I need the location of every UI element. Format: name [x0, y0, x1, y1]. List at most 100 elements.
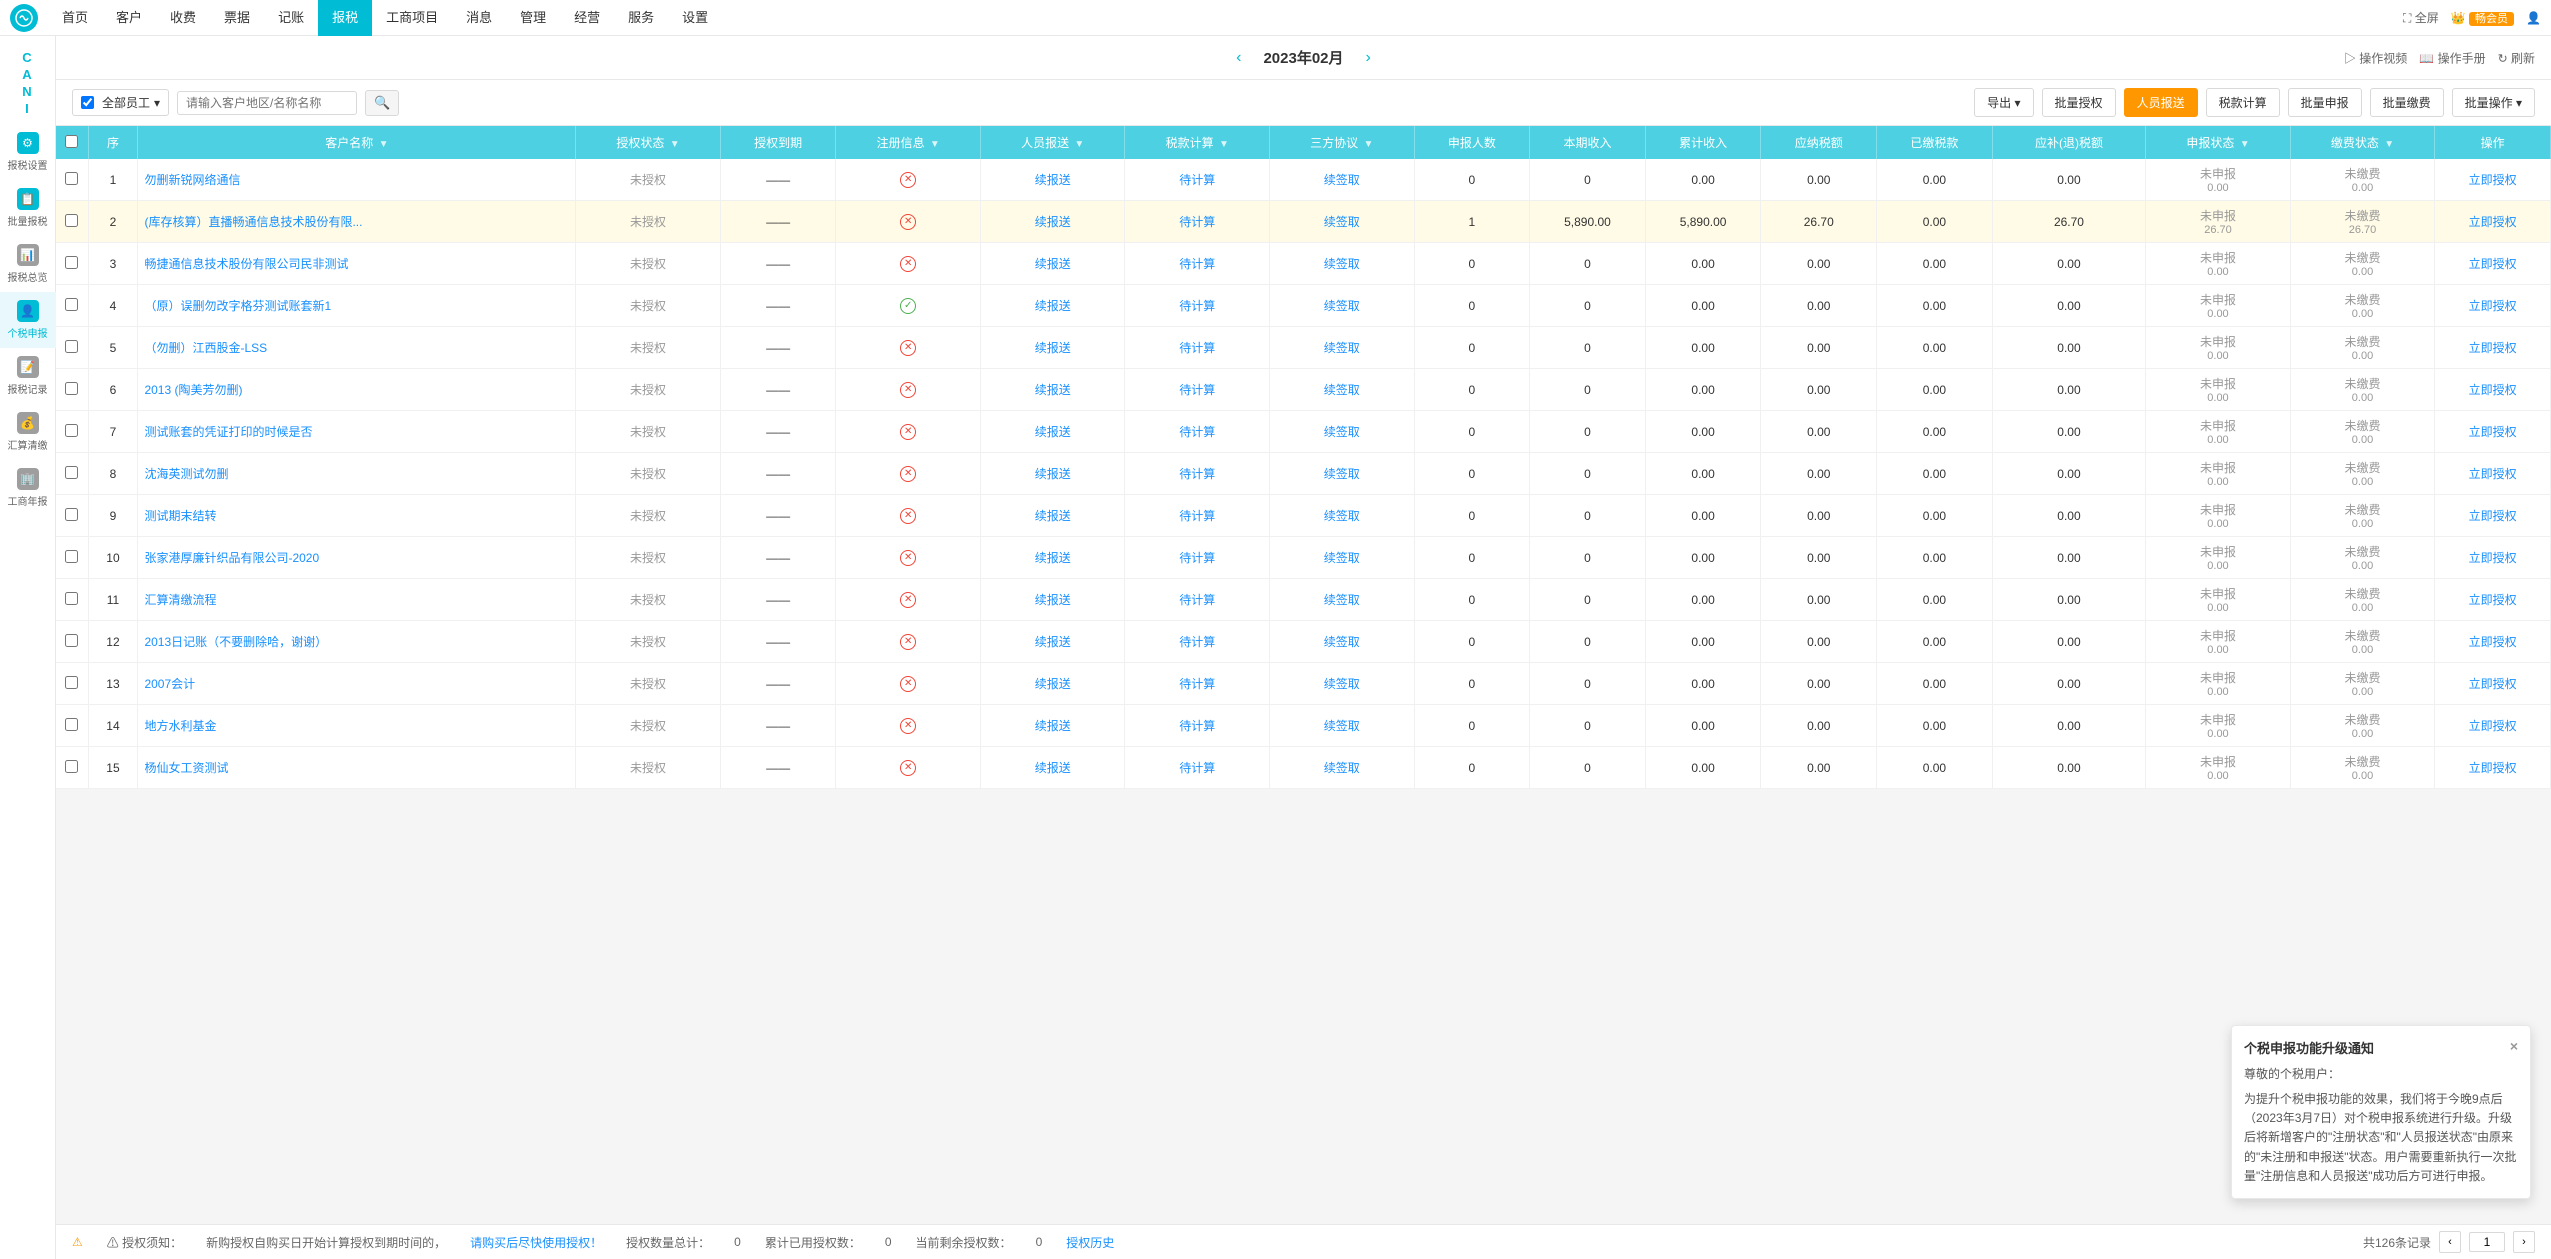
- row-checkbox[interactable]: [65, 676, 78, 689]
- customer-name-link[interactable]: 沈海英测试勿删: [144, 467, 228, 481]
- nav-operation[interactable]: 经营: [560, 0, 614, 36]
- action-link[interactable]: 立即授权: [2469, 215, 2517, 229]
- bulk-ops-btn[interactable]: 批量操作 ▾: [2452, 88, 2535, 117]
- row-checkbox[interactable]: [65, 382, 78, 395]
- row-checkbox[interactable]: [65, 256, 78, 269]
- row-checkbox[interactable]: [65, 760, 78, 773]
- agreement-link[interactable]: 续签取: [1324, 299, 1360, 313]
- action-link[interactable]: 立即授权: [2469, 173, 2517, 187]
- agreement-link[interactable]: 续签取: [1324, 677, 1360, 691]
- customer-name-link[interactable]: 2013日记账（不要删除哈，谢谢）: [144, 635, 327, 649]
- bulk-pay-btn[interactable]: 批量缴费: [2370, 88, 2444, 117]
- person-report-link[interactable]: 续报送: [1035, 635, 1071, 649]
- reg-filter-icon[interactable]: ▼: [930, 139, 940, 150]
- tax-calc-link[interactable]: 待计算: [1179, 719, 1215, 733]
- nav-business[interactable]: 工商项目: [372, 0, 452, 36]
- nav-service[interactable]: 服务: [614, 0, 668, 36]
- action-link[interactable]: 立即授权: [2469, 761, 2517, 775]
- row-checkbox[interactable]: [65, 172, 78, 185]
- bulk-report-btn[interactable]: 批量申报: [2288, 88, 2362, 117]
- person-report-btn[interactable]: 人员报送: [2124, 88, 2198, 117]
- action-link[interactable]: 立即授权: [2469, 593, 2517, 607]
- action-link[interactable]: 立即授权: [2469, 425, 2517, 439]
- person-report-link[interactable]: 续报送: [1035, 593, 1071, 607]
- name-filter-icon[interactable]: ▼: [379, 139, 389, 150]
- customer-name-link[interactable]: 勿删新锐网络通信: [144, 173, 240, 187]
- person-report-link[interactable]: 续报送: [1035, 173, 1071, 187]
- person-report-link[interactable]: 续报送: [1035, 299, 1071, 313]
- nav-accounting[interactable]: 记账: [264, 0, 318, 36]
- customer-name-link[interactable]: 地方水利基金: [144, 719, 216, 733]
- tax-calc-btn[interactable]: 税款计算: [2206, 88, 2280, 117]
- action-link[interactable]: 立即授权: [2469, 677, 2517, 691]
- tax-calc-link[interactable]: 待计算: [1179, 299, 1215, 313]
- person-report-link[interactable]: 续报送: [1035, 215, 1071, 229]
- sidebar-item-tax-records[interactable]: 📝 报税记录: [0, 348, 56, 404]
- action-link[interactable]: 立即授权: [2469, 719, 2517, 733]
- person-report-link[interactable]: 续报送: [1035, 719, 1071, 733]
- sidebar-item-tax-settings[interactable]: ⚙ 报税设置: [0, 124, 56, 180]
- row-checkbox[interactable]: [65, 550, 78, 563]
- action-link[interactable]: 立即授权: [2469, 299, 2517, 313]
- history-link[interactable]: 授权历史: [1066, 1234, 1114, 1251]
- pay-status-filter-icon[interactable]: ▼: [2384, 139, 2394, 150]
- agreement-link[interactable]: 续签取: [1324, 761, 1360, 775]
- person-report-link[interactable]: 续报送: [1035, 257, 1071, 271]
- nav-management[interactable]: 管理: [506, 0, 560, 36]
- nav-home[interactable]: 首页: [48, 0, 102, 36]
- customer-name-link[interactable]: (库存核算）直播畅通信息技术股份有限...: [144, 215, 362, 229]
- sidebar-item-annual-report[interactable]: 🏢 工商年报: [0, 460, 56, 516]
- agreement-link[interactable]: 续签取: [1324, 173, 1360, 187]
- person-report-link[interactable]: 续报送: [1035, 341, 1071, 355]
- sidebar-item-tax-overview[interactable]: 📊 报税总览: [0, 236, 56, 292]
- row-checkbox[interactable]: [65, 214, 78, 227]
- action-link[interactable]: 立即授权: [2469, 635, 2517, 649]
- row-checkbox[interactable]: [65, 298, 78, 311]
- vip-btn[interactable]: 👑 畅会员: [2451, 10, 2514, 26]
- action-link[interactable]: 立即授权: [2469, 467, 2517, 481]
- action-link[interactable]: 立即授权: [2469, 551, 2517, 565]
- tax-calc-link[interactable]: 待计算: [1179, 425, 1215, 439]
- user-avatar[interactable]: 👤: [2526, 11, 2541, 25]
- person-report-link[interactable]: 续报送: [1035, 551, 1071, 565]
- agreement-filter-icon[interactable]: ▼: [1363, 139, 1373, 150]
- action-link[interactable]: 立即授权: [2469, 341, 2517, 355]
- agreement-link[interactable]: 续签取: [1324, 551, 1360, 565]
- row-checkbox[interactable]: [65, 466, 78, 479]
- search-input[interactable]: [177, 91, 357, 115]
- page-input[interactable]: [2469, 1232, 2505, 1252]
- employee-filter[interactable]: 全部员工 ▾: [72, 89, 169, 116]
- select-all-checkbox[interactable]: [65, 135, 78, 148]
- nav-fee[interactable]: 收费: [156, 0, 210, 36]
- customer-name-link[interactable]: 畅捷通信息技术股份有限公司民非测试: [144, 257, 348, 271]
- manual-link[interactable]: 📖 操作手册: [2419, 49, 2485, 66]
- agreement-link[interactable]: 续签取: [1324, 467, 1360, 481]
- action-link[interactable]: 立即授权: [2469, 257, 2517, 271]
- customer-name-link[interactable]: （勿删）江西股金-LSS: [144, 341, 267, 355]
- customer-name-link[interactable]: 张家港厚廉针织品有限公司-2020: [144, 551, 319, 565]
- action-link[interactable]: 立即授权: [2469, 383, 2517, 397]
- bulk-auth-btn[interactable]: 批量授权: [2042, 88, 2116, 117]
- customer-name-link[interactable]: 测试账套的凭证打印的时候是否: [144, 425, 312, 439]
- tax-calc-link[interactable]: 待计算: [1179, 761, 1215, 775]
- agreement-link[interactable]: 续签取: [1324, 593, 1360, 607]
- tax-calc-link[interactable]: 待计算: [1179, 173, 1215, 187]
- tax-calc-link[interactable]: 待计算: [1179, 593, 1215, 607]
- customer-name-link[interactable]: 测试期末结转: [144, 509, 216, 523]
- filter-checkbox[interactable]: [81, 96, 94, 109]
- tax-calc-link[interactable]: 待计算: [1179, 215, 1215, 229]
- tax-calc-link[interactable]: 待计算: [1179, 509, 1215, 523]
- search-button[interactable]: 🔍: [365, 90, 399, 116]
- agreement-link[interactable]: 续签取: [1324, 257, 1360, 271]
- nav-message[interactable]: 消息: [452, 0, 506, 36]
- next-month-btn[interactable]: ›: [1354, 49, 1383, 67]
- person-filter-icon[interactable]: ▼: [1074, 139, 1084, 150]
- sidebar-item-bulk-tax[interactable]: 📋 批量报税: [0, 180, 56, 236]
- next-page-btn[interactable]: ›: [2513, 1231, 2535, 1253]
- refresh-btn[interactable]: ↻ 刷新: [2498, 49, 2535, 66]
- fullscreen-btn[interactable]: ⛶ 全屏: [2403, 9, 2439, 26]
- row-checkbox[interactable]: [65, 592, 78, 605]
- agreement-link[interactable]: 续签取: [1324, 635, 1360, 649]
- person-report-link[interactable]: 续报送: [1035, 383, 1071, 397]
- agreement-link[interactable]: 续签取: [1324, 425, 1360, 439]
